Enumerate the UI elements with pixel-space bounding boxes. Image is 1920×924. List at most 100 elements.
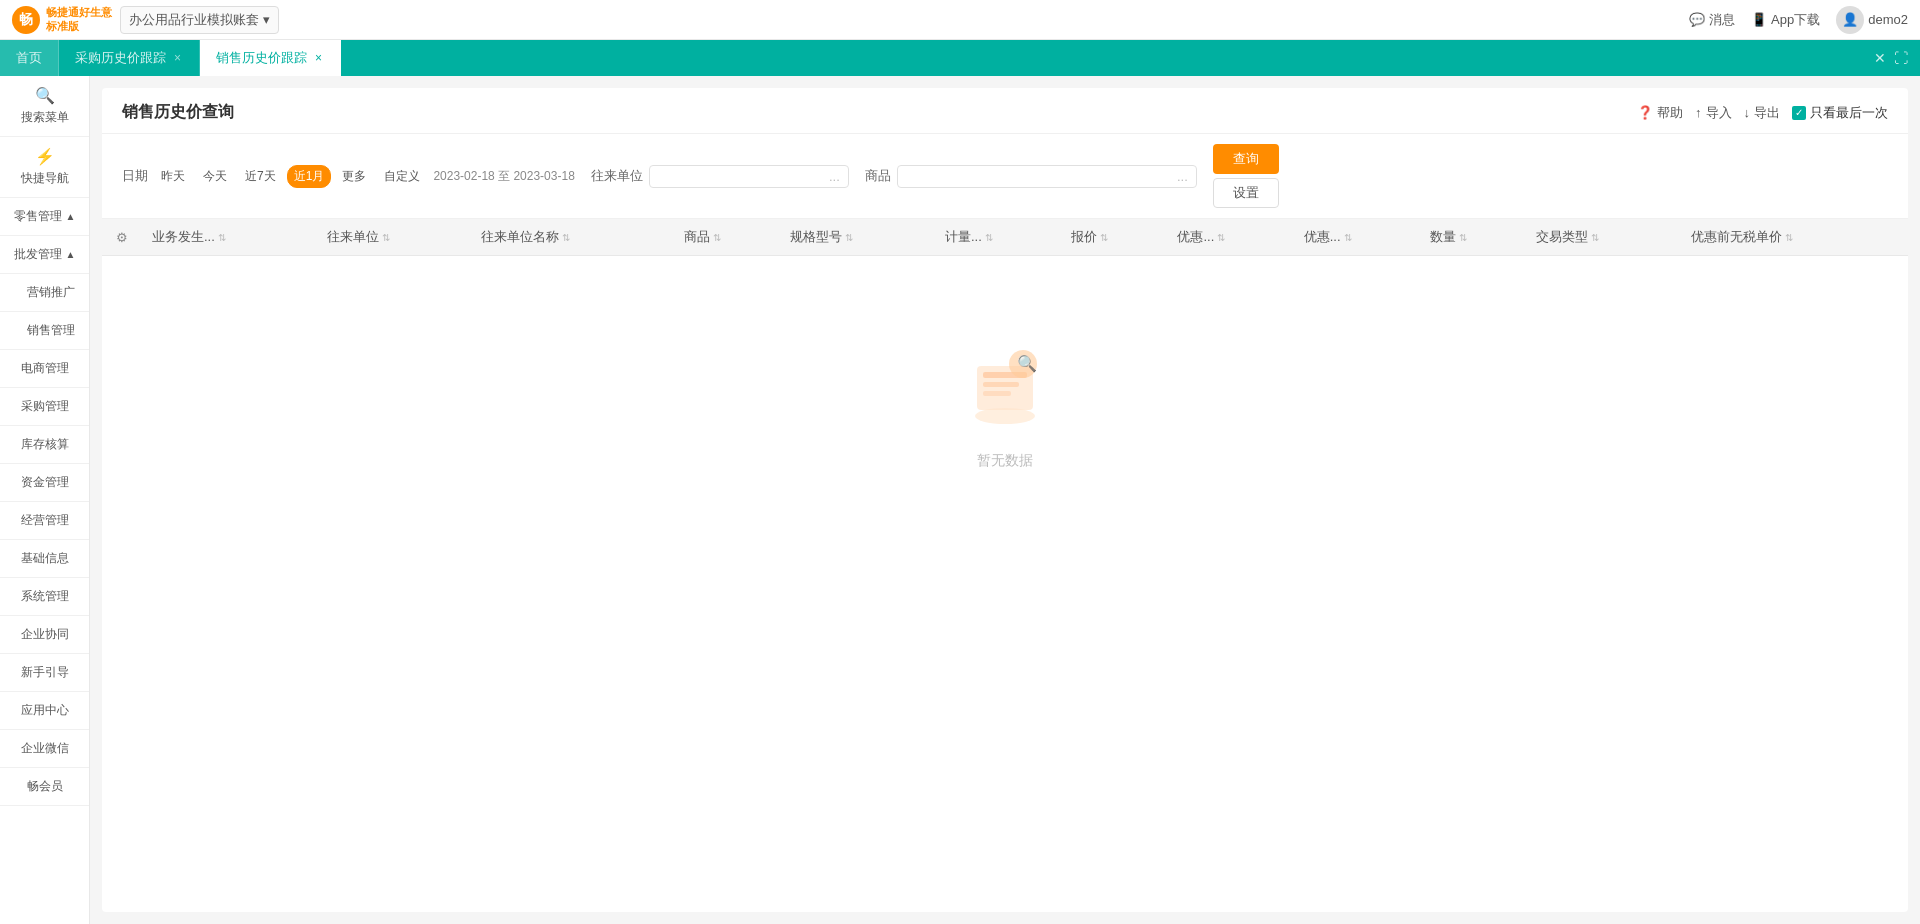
import-icon: ↑ — [1695, 105, 1702, 120]
table-area: ⚙ 业务发生... ⇅ 往来单位 — [102, 219, 1908, 912]
sort-icon-biz-date: ⇅ — [218, 232, 226, 243]
th-settings[interactable]: ⚙ — [102, 219, 142, 256]
app-center-label: 应用中心 — [21, 702, 69, 719]
th-product[interactable]: 商品 ⇅ — [674, 219, 780, 256]
wholesale-mgmt-label: 批发管理 — [14, 246, 62, 263]
sidebar-item-search-menu[interactable]: 🔍 搜索菜单 — [0, 76, 89, 137]
retail-arrow-icon: ▲ — [66, 211, 76, 222]
sidebar-item-app-center[interactable]: 应用中心 — [0, 692, 89, 730]
inventory-label: 库存核算 — [21, 436, 69, 453]
message-action[interactable]: 💬 消息 — [1689, 11, 1735, 29]
th-counterpart-name[interactable]: 往来单位名称 ⇅ — [471, 219, 674, 256]
th-unit[interactable]: 计量... ⇅ — [935, 219, 1061, 256]
import-btn[interactable]: ↑ 导入 — [1695, 104, 1732, 122]
product-input-area[interactable]: ... — [897, 165, 1197, 188]
th-quantity[interactable]: 数量 ⇅ — [1420, 219, 1526, 256]
sidebar-item-system[interactable]: 系统管理 — [0, 578, 89, 616]
sidebar-item-inventory[interactable]: 库存核算 — [0, 426, 89, 464]
date-btn-last7[interactable]: 近7天 — [238, 165, 283, 188]
export-icon: ↓ — [1744, 105, 1751, 120]
date-btn-more[interactable]: 更多 — [335, 165, 373, 188]
sidebar-item-quick-nav[interactable]: ⚡ 快捷导航 — [0, 137, 89, 198]
search-menu-label: 搜索菜单 — [21, 109, 69, 126]
sort-icon-quantity: ⇅ — [1459, 232, 1467, 243]
th-discount2[interactable]: 优惠... ⇅ — [1294, 219, 1420, 256]
tab-sales-history[interactable]: 销售历史价跟踪 × — [200, 40, 341, 76]
only-last-checkbox[interactable]: ✓ 只看最后一次 — [1792, 104, 1888, 122]
retail-mgmt-label: 零售管理 — [14, 208, 62, 225]
sidebar-item-finance[interactable]: 资金管理 — [0, 464, 89, 502]
sort-icon-counterpart-code: ⇅ — [382, 232, 390, 243]
data-table: ⚙ 业务发生... ⇅ 往来单位 — [102, 219, 1908, 256]
th-price-no-tax[interactable]: 优惠前无税单价 ⇅ — [1681, 219, 1908, 256]
marketing-label: 营销推广 — [27, 284, 75, 301]
query-button[interactable]: 查询 — [1213, 144, 1279, 174]
date-btn-last1month[interactable]: 近1月 — [287, 165, 332, 188]
sidebar-item-sales-mgmt[interactable]: 销售管理 — [0, 312, 89, 350]
sidebar-item-wechat[interactable]: 企业微信 — [0, 730, 89, 768]
svg-rect-4 — [983, 391, 1011, 396]
product-dots-icon[interactable]: ... — [1177, 169, 1188, 184]
sidebar-item-wholesale-mgmt[interactable]: 批发管理 ▲ — [0, 236, 89, 274]
sidebar-item-guide[interactable]: 新手引导 — [0, 654, 89, 692]
page-header: 销售历史价查询 ❓ 帮助 ↑ 导入 ↓ 导出 ✓ — [102, 88, 1908, 134]
date-btn-today[interactable]: 今天 — [196, 165, 234, 188]
sort-icon-counterpart-name: ⇅ — [562, 232, 570, 243]
message-icon: 💬 — [1689, 12, 1705, 27]
th-spec[interactable]: 规格型号 ⇅ — [780, 219, 935, 256]
sidebar: 🔍 搜索菜单 ⚡ 快捷导航 零售管理 ▲ 批发管理 ▲ 营销推广 销售管理 电商… — [0, 76, 90, 924]
sidebar-item-purchase-mgmt[interactable]: 采购管理 — [0, 388, 89, 426]
help-btn[interactable]: ❓ 帮助 — [1637, 104, 1683, 122]
quick-nav-icon: ⚡ — [35, 147, 55, 166]
tab-controls: ✕ ⛶ — [1862, 40, 1920, 76]
settings-icon[interactable]: ⚙ — [116, 230, 128, 245]
svg-point-0 — [975, 408, 1035, 424]
sidebar-item-basic-info[interactable]: 基础信息 — [0, 540, 89, 578]
header-left: 畅 畅捷通好生意 标准版 办公用品行业模拟账套 ▾ — [12, 6, 279, 34]
product-input[interactable] — [906, 169, 1177, 184]
sort-icon-discount1: ⇅ — [1217, 232, 1225, 243]
operations-label: 经营管理 — [21, 512, 69, 529]
sidebar-item-operations[interactable]: 经营管理 — [0, 502, 89, 540]
sidebar-item-enterprise[interactable]: 企业协同 — [0, 616, 89, 654]
th-biz-date[interactable]: 业务发生... ⇅ — [142, 219, 317, 256]
purchase-tab-close[interactable]: × — [172, 49, 183, 67]
counterpart-input-area[interactable]: ... — [649, 165, 849, 188]
user-area[interactable]: 👤 demo2 — [1836, 6, 1908, 34]
sidebar-item-ecommerce[interactable]: 电商管理 — [0, 350, 89, 388]
settings-button[interactable]: 设置 — [1213, 178, 1279, 208]
sidebar-item-marketing[interactable]: 营销推广 — [0, 274, 89, 312]
search-menu-icon: 🔍 — [35, 86, 55, 105]
counterpart-filter-group: 往来单位 ... — [591, 165, 849, 188]
checkbox-icon: ✓ — [1792, 106, 1806, 120]
ecommerce-label: 电商管理 — [21, 360, 69, 377]
close-tab-btn[interactable]: ✕ — [1874, 50, 1886, 66]
sidebar-item-member[interactable]: 畅会员 — [0, 768, 89, 806]
tab-purchase-history[interactable]: 采购历史价跟踪 × — [59, 40, 200, 76]
tab-home[interactable]: 首页 — [0, 40, 59, 76]
sort-icon-quoted-price: ⇅ — [1100, 232, 1108, 243]
app-download-action[interactable]: 📱 App下载 — [1751, 11, 1820, 29]
table-header-row: ⚙ 业务发生... ⇅ 往来单位 — [102, 219, 1908, 256]
finance-label: 资金管理 — [21, 474, 69, 491]
logo-area: 畅 畅捷通好生意 标准版 — [12, 6, 112, 34]
th-discount1[interactable]: 优惠... ⇅ — [1167, 219, 1293, 256]
purchase-mgmt-label: 采购管理 — [21, 398, 69, 415]
export-btn[interactable]: ↓ 导出 — [1744, 104, 1781, 122]
date-range-display: 2023-02-18 至 2023-03-18 — [433, 168, 574, 185]
filter-bar: 日期 昨天 今天 近7天 近1月 更多 自定义 2023-02-18 至 202… — [102, 134, 1908, 219]
sales-tab-close[interactable]: × — [313, 49, 324, 67]
th-counterpart-code[interactable]: 往来单位 ⇅ — [317, 219, 472, 256]
date-btn-custom[interactable]: 自定义 — [377, 165, 427, 188]
counterpart-input[interactable] — [658, 169, 829, 184]
counterpart-dots-icon[interactable]: ... — [829, 169, 840, 184]
account-selector[interactable]: 办公用品行业模拟账套 ▾ — [120, 6, 279, 34]
date-btn-yesterday[interactable]: 昨天 — [154, 165, 192, 188]
th-trade-type[interactable]: 交易类型 ⇅ — [1526, 219, 1681, 256]
sidebar-item-retail-mgmt[interactable]: 零售管理 ▲ — [0, 198, 89, 236]
th-quoted-price[interactable]: 报价 ⇅ — [1061, 219, 1167, 256]
download-icon: 📱 — [1751, 12, 1767, 27]
sales-tab-label: 销售历史价跟踪 — [216, 49, 307, 67]
logo-icon: 畅 — [12, 6, 40, 34]
fullscreen-btn[interactable]: ⛶ — [1894, 50, 1908, 66]
